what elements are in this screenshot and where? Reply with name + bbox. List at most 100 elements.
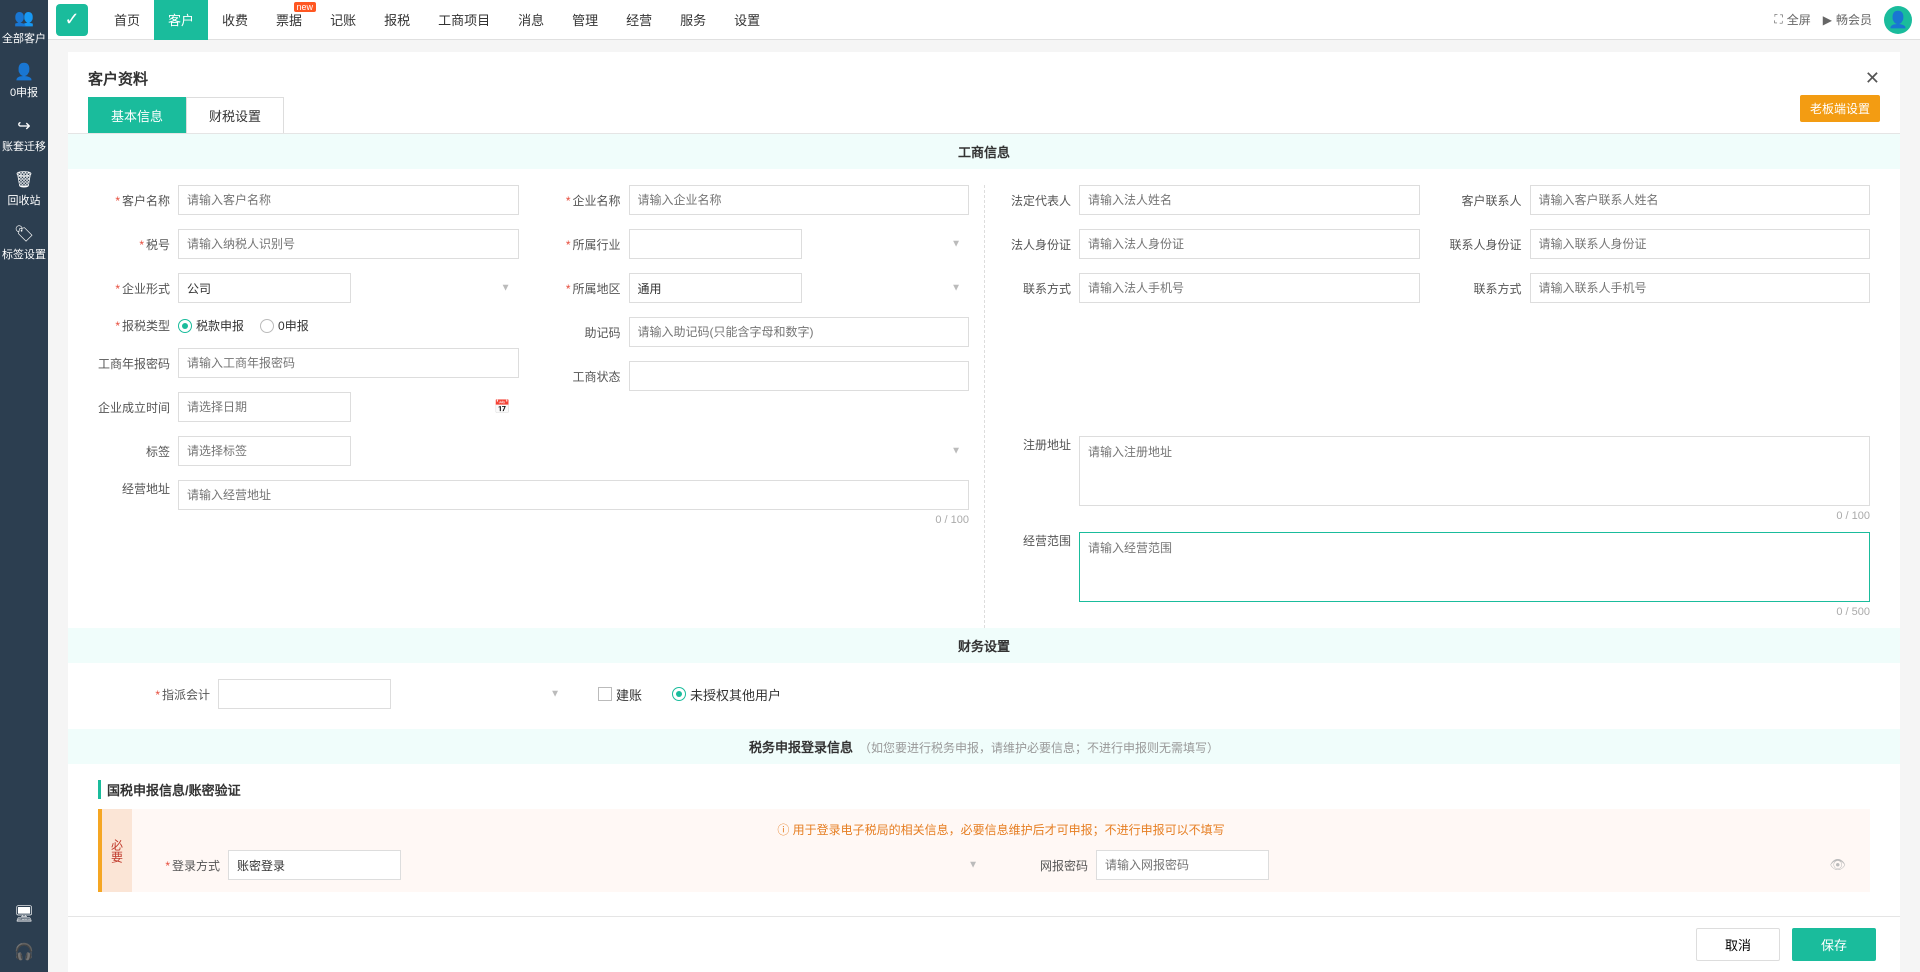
- tab-basic-info[interactable]: 基本信息: [88, 97, 186, 133]
- radio-label: 税款申报: [196, 317, 244, 334]
- avatar[interactable]: 👤: [1884, 6, 1912, 34]
- save-button[interactable]: 保存: [1792, 928, 1876, 961]
- nav-item-4[interactable]: 记账: [316, 0, 370, 40]
- biz-status-input[interactable]: [629, 361, 970, 391]
- login-method-select[interactable]: [228, 850, 401, 880]
- nav-badge: new: [294, 2, 317, 12]
- establish-date-input[interactable]: [178, 392, 351, 422]
- nav-item-2[interactable]: 收费: [208, 0, 262, 40]
- label-biz-scope: 经营范围: [1023, 534, 1071, 548]
- sidebar: 👥 全部客户 👤 0申报 ↪账套迁移 🗑回收站 🏷标签设置 🖥 🎧: [0, 0, 48, 972]
- nav-item-6[interactable]: 工商项目: [424, 0, 504, 40]
- eye-off-icon[interactable]: 👁: [1829, 857, 1846, 873]
- biz-address-input[interactable]: [178, 480, 969, 510]
- web-pwd-input[interactable]: [1096, 850, 1269, 880]
- assign-accountant-select[interactable]: [218, 679, 391, 709]
- nav-item-1[interactable]: 客户: [154, 0, 208, 40]
- sidebar-item-tag-settings[interactable]: 🏷标签设置: [0, 216, 48, 270]
- label-customer-contact: 客户联系人: [1461, 194, 1521, 208]
- boss-settings-button[interactable]: 老板端设置: [1800, 95, 1880, 122]
- nav-item-5[interactable]: 报税: [370, 0, 424, 40]
- tab-tax-settings[interactable]: 财税设置: [186, 97, 284, 133]
- sidebar-item-label: 全部客户: [2, 30, 46, 46]
- checkbox-label: 建账: [616, 685, 642, 704]
- member-label: 畅会员: [1836, 11, 1872, 28]
- checkbox-create-account[interactable]: 建账: [598, 685, 642, 704]
- biz-address-counter: 0 / 100: [98, 514, 969, 526]
- company-name-input[interactable]: [629, 185, 970, 215]
- chevron-down-icon: ▼: [951, 239, 961, 250]
- label-establish-date: 企业成立时间: [98, 401, 170, 415]
- reg-address-counter: 0 / 100: [999, 510, 1870, 522]
- mnemonic-input[interactable]: [629, 317, 970, 347]
- nav-item-8[interactable]: 管理: [558, 0, 612, 40]
- nav-item-3[interactable]: 票据new: [262, 0, 316, 40]
- footer-bar: 取消 保存: [68, 916, 1900, 972]
- annual-pwd-input[interactable]: [178, 348, 519, 378]
- region-select[interactable]: [629, 273, 802, 303]
- chevron-down-icon: ▼: [951, 446, 961, 457]
- contact-id-input[interactable]: [1530, 229, 1871, 259]
- reg-address-input[interactable]: [1079, 436, 1870, 506]
- nav-item-10[interactable]: 服务: [666, 0, 720, 40]
- fullscreen-icon: ⛶: [1774, 12, 1782, 27]
- chevron-down-icon: ▼: [951, 283, 961, 294]
- customer-name-input[interactable]: [178, 185, 519, 215]
- contact-method2-input[interactable]: [1530, 273, 1871, 303]
- topbar: ✓ 首页客户收费票据new记账报税工商项目消息管理经营服务设置 ⛶全屏 ▶畅会员…: [48, 0, 1920, 40]
- users-icon: 👥: [14, 8, 34, 28]
- sidebar-item-support[interactable]: 🎧: [0, 934, 48, 972]
- contact-method-input[interactable]: [1079, 273, 1420, 303]
- label-reg-address: 注册地址: [1023, 438, 1071, 452]
- nav-item-11[interactable]: 设置: [720, 0, 774, 40]
- monitor-icon: 🖥: [14, 904, 34, 924]
- radio-label: 未授权其他用户: [690, 685, 781, 704]
- legal-rep-input[interactable]: [1079, 185, 1420, 215]
- chevron-down-icon: ▼: [501, 283, 511, 294]
- legal-id-input[interactable]: [1079, 229, 1420, 259]
- calendar-icon: 📅: [494, 399, 510, 415]
- warning-text: ⓘ 用于登录电子税局的相关信息，必要信息维护后才可申报；不进行申报可以不填写: [148, 821, 1854, 838]
- panel-title: 客户资料: [88, 68, 148, 89]
- close-icon[interactable]: ✕: [1865, 68, 1880, 89]
- industry-select[interactable]: [629, 229, 802, 259]
- member-button[interactable]: ▶ 畅会员: [1823, 11, 1872, 28]
- nav-item-0[interactable]: 首页: [100, 0, 154, 40]
- sidebar-item-label: 回收站: [8, 192, 41, 208]
- user-icon: 👤: [14, 62, 34, 82]
- radio-no-auth-others[interactable]: 未授权其他用户: [672, 685, 781, 704]
- label-region: 所属地区: [572, 282, 620, 296]
- sidebar-item-all-customers[interactable]: 👥 全部客户: [0, 0, 48, 54]
- biz-scope-counter: 0 / 500: [999, 606, 1870, 618]
- chevron-down-icon: ▼: [550, 689, 560, 700]
- fullscreen-button[interactable]: ⛶ 全屏: [1774, 11, 1810, 28]
- sidebar-item-recycle[interactable]: 🗑回收站: [0, 162, 48, 216]
- customer-contact-input[interactable]: [1530, 185, 1871, 215]
- radio-tax-declare[interactable]: 税款申报: [178, 317, 244, 334]
- nav-item-7[interactable]: 消息: [504, 0, 558, 40]
- sidebar-item-zero-report[interactable]: 👤 0申报: [0, 54, 48, 108]
- warning-side-label: 必要: [102, 809, 132, 892]
- cancel-button[interactable]: 取消: [1696, 928, 1780, 961]
- label-company-form: 企业形式: [122, 282, 170, 296]
- chevron-down-icon: ▼: [968, 860, 978, 871]
- video-icon: ▶: [1823, 13, 1832, 27]
- subsection-national-tax: 国税申报信息/账密验证: [98, 780, 1870, 799]
- label-industry: 所属行业: [572, 238, 620, 252]
- biz-scope-input[interactable]: [1079, 532, 1870, 602]
- sidebar-item-label: 0申报: [10, 84, 38, 100]
- tax-id-input[interactable]: [178, 229, 519, 259]
- tags-select[interactable]: [178, 436, 351, 466]
- fullscreen-label: 全屏: [1787, 11, 1811, 28]
- sidebar-item-monitor[interactable]: 🖥: [0, 896, 48, 934]
- label-annual-pwd: 工商年报密码: [98, 357, 170, 371]
- label-tax-type: 报税类型: [122, 319, 170, 333]
- nav-item-9[interactable]: 经营: [612, 0, 666, 40]
- sidebar-item-migrate[interactable]: ↪账套迁移: [0, 108, 48, 162]
- label-contact-method: 联系方式: [1023, 282, 1071, 296]
- label-tags: 标签: [146, 445, 170, 459]
- radio-label: 0申报: [278, 317, 309, 334]
- company-form-select[interactable]: [178, 273, 351, 303]
- tax-login-warning-box: 必要 ⓘ 用于登录电子税局的相关信息，必要信息维护后才可申报；不进行申报可以不填…: [98, 809, 1870, 892]
- radio-zero-declare[interactable]: 0申报: [260, 317, 309, 334]
